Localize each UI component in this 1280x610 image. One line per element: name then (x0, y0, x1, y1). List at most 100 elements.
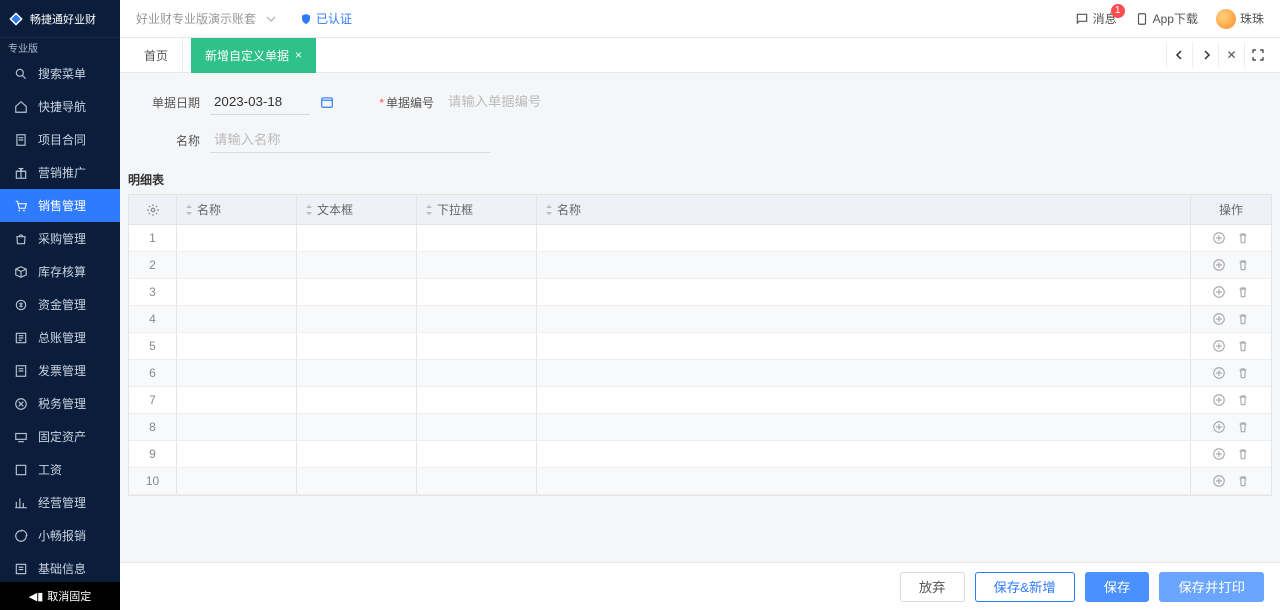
cell-name2[interactable] (537, 441, 1191, 467)
cell-text[interactable] (297, 252, 417, 278)
code-input[interactable] (444, 89, 584, 115)
cell-text[interactable] (297, 468, 417, 494)
add-row-icon[interactable] (1212, 366, 1226, 380)
sidebar-item-8[interactable]: 总账管理 (0, 321, 120, 354)
sidebar-item-15[interactable]: 基础信息 (0, 552, 120, 582)
cell-name1[interactable] (177, 414, 297, 440)
calendar-icon[interactable] (320, 95, 334, 109)
save-and-new-button[interactable]: 保存&新增 (975, 572, 1075, 602)
cell-name2[interactable] (537, 360, 1191, 386)
cell-name1[interactable] (177, 252, 297, 278)
cell-text[interactable] (297, 333, 417, 359)
cell-drop[interactable] (417, 360, 537, 386)
cell-name2[interactable] (537, 468, 1191, 494)
table-row[interactable]: 6 (129, 360, 1271, 387)
delete-row-icon[interactable] (1236, 258, 1250, 272)
delete-row-icon[interactable] (1236, 366, 1250, 380)
sidebar-item-6[interactable]: 库存核算 (0, 255, 120, 288)
cell-drop[interactable] (417, 333, 537, 359)
table-row[interactable]: 2 (129, 252, 1271, 279)
sidebar-item-1[interactable]: 快捷导航 (0, 90, 120, 123)
delete-row-icon[interactable] (1236, 285, 1250, 299)
add-row-icon[interactable] (1212, 258, 1226, 272)
delete-row-icon[interactable] (1236, 474, 1250, 488)
app-download-button[interactable]: App下载 (1135, 10, 1198, 27)
save-and-print-button[interactable]: 保存并打印 (1159, 572, 1264, 602)
cell-drop[interactable] (417, 441, 537, 467)
table-row[interactable]: 1 (129, 225, 1271, 252)
tab-prev-button[interactable] (1166, 42, 1192, 68)
cell-text[interactable] (297, 306, 417, 332)
user-menu[interactable]: 珠珠 (1216, 9, 1264, 29)
cell-name1[interactable] (177, 225, 297, 251)
delete-row-icon[interactable] (1236, 231, 1250, 245)
cell-name2[interactable] (537, 279, 1191, 305)
name-input[interactable] (210, 127, 490, 153)
tab-next-button[interactable] (1192, 42, 1218, 68)
cell-text[interactable] (297, 279, 417, 305)
table-row[interactable]: 5 (129, 333, 1271, 360)
close-icon[interactable]: × (295, 48, 302, 62)
cell-drop[interactable] (417, 225, 537, 251)
delete-row-icon[interactable] (1236, 339, 1250, 353)
table-row[interactable]: 3 (129, 279, 1271, 306)
sidebar-item-4[interactable]: 销售管理 (0, 189, 120, 222)
cell-name1[interactable] (177, 279, 297, 305)
cell-name2[interactable] (537, 225, 1191, 251)
cell-name2[interactable] (537, 414, 1191, 440)
cell-name2[interactable] (537, 252, 1191, 278)
delete-row-icon[interactable] (1236, 420, 1250, 434)
save-button[interactable]: 保存 (1085, 572, 1150, 602)
table-row[interactable]: 10 (129, 468, 1271, 495)
cell-drop[interactable] (417, 306, 537, 332)
cell-text[interactable] (297, 387, 417, 413)
sidebar-item-7[interactable]: 资金管理 (0, 288, 120, 321)
cell-name1[interactable] (177, 360, 297, 386)
cell-name1[interactable] (177, 306, 297, 332)
discard-button[interactable]: 放弃 (900, 572, 965, 602)
add-row-icon[interactable] (1212, 285, 1226, 299)
cell-text[interactable] (297, 441, 417, 467)
sidebar-item-14[interactable]: 小畅报销 (0, 519, 120, 552)
add-row-icon[interactable] (1212, 420, 1226, 434)
add-row-icon[interactable] (1212, 312, 1226, 326)
sidebar-item-2[interactable]: 项目合同 (0, 123, 120, 156)
table-row[interactable]: 4 (129, 306, 1271, 333)
col-name2[interactable]: 名称 (537, 195, 1191, 224)
cell-drop[interactable] (417, 279, 537, 305)
tab-home[interactable]: 首页 (130, 38, 183, 73)
tab-active[interactable]: 新增自定义单据 × (191, 38, 316, 73)
cell-drop[interactable] (417, 252, 537, 278)
sidebar-item-5[interactable]: 采购管理 (0, 222, 120, 255)
sidebar-item-12[interactable]: 工资 (0, 453, 120, 486)
col-text[interactable]: 文本框 (297, 195, 417, 224)
cell-name2[interactable] (537, 387, 1191, 413)
cell-name1[interactable] (177, 441, 297, 467)
fullscreen-button[interactable] (1244, 42, 1270, 68)
sidebar-item-13[interactable]: 经营管理 (0, 486, 120, 519)
add-row-icon[interactable] (1212, 474, 1226, 488)
add-row-icon[interactable] (1212, 231, 1226, 245)
sidebar-unpin[interactable]: ◀▮ 取消固定 (0, 582, 120, 610)
table-row[interactable]: 7 (129, 387, 1271, 414)
cell-text[interactable] (297, 225, 417, 251)
sidebar-item-3[interactable]: 营销推广 (0, 156, 120, 189)
sidebar-item-10[interactable]: 税务管理 (0, 387, 120, 420)
messages-button[interactable]: 消息 1 (1075, 10, 1117, 27)
col-settings[interactable] (129, 195, 177, 224)
cell-drop[interactable] (417, 387, 537, 413)
table-row[interactable]: 8 (129, 414, 1271, 441)
add-row-icon[interactable] (1212, 393, 1226, 407)
sidebar-item-11[interactable]: 固定资产 (0, 420, 120, 453)
col-name1[interactable]: 名称 (177, 195, 297, 224)
cell-name2[interactable] (537, 333, 1191, 359)
delete-row-icon[interactable] (1236, 393, 1250, 407)
cell-name1[interactable] (177, 387, 297, 413)
delete-row-icon[interactable] (1236, 312, 1250, 326)
cell-drop[interactable] (417, 414, 537, 440)
cell-text[interactable] (297, 360, 417, 386)
org-selector[interactable]: 好业财专业版演示账套 (136, 10, 276, 27)
cell-name1[interactable] (177, 333, 297, 359)
tab-close-all-button[interactable]: ✕ (1218, 42, 1244, 68)
date-input[interactable] (210, 89, 310, 115)
